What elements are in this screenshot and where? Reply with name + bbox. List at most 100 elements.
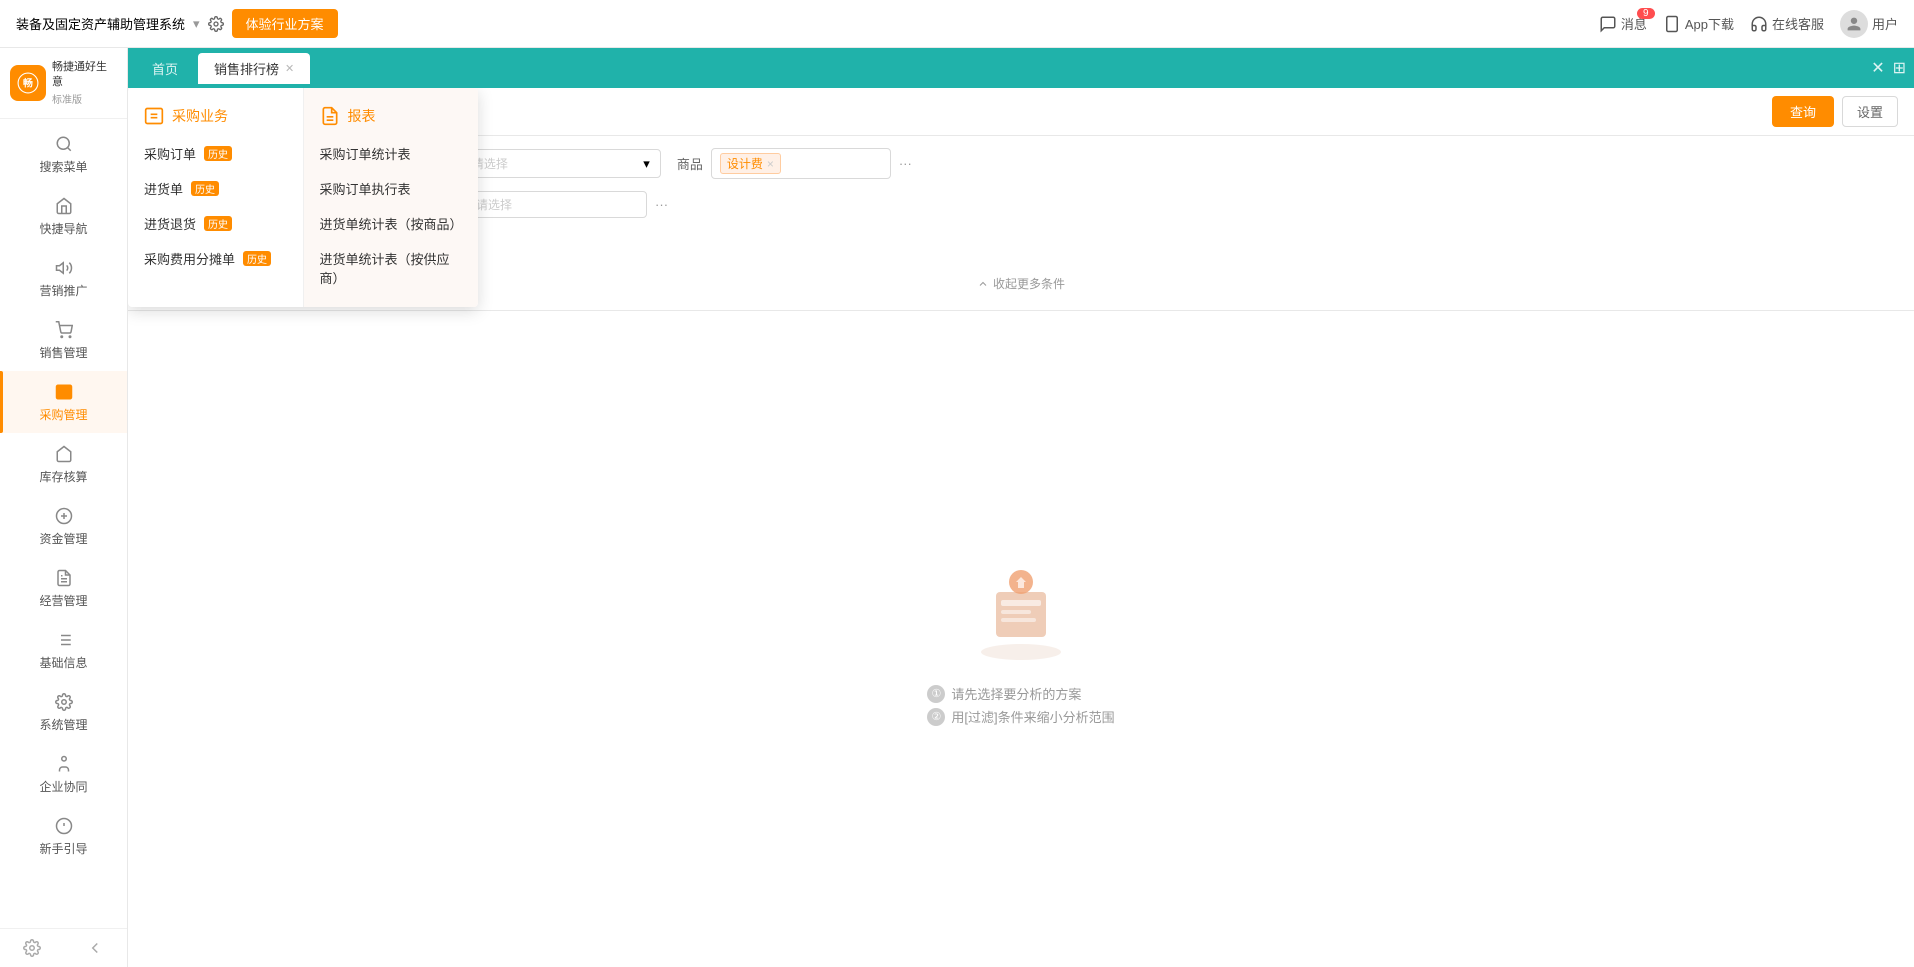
sidebar-item-inventory[interactable]: 库存核算	[0, 433, 127, 495]
message-btn[interactable]: 消息 9	[1599, 14, 1647, 33]
history-badge-3: 历史	[204, 216, 232, 231]
sidebar-bottom-settings[interactable]	[23, 939, 41, 957]
dropdown-report-header: 报表	[304, 100, 479, 136]
dropdown-item-purchase-cost[interactable]: 采购费用分摊单 历史	[128, 241, 303, 276]
sidebar-bottom-collapse[interactable]	[86, 939, 104, 957]
content-area: 帮助 按模板打印 ▾ 导出 刷新	[128, 88, 1914, 967]
search-icon	[53, 133, 75, 155]
warehouse-icon	[53, 443, 75, 465]
goods-tag-close[interactable]: ×	[767, 157, 774, 171]
user-avatar	[1840, 10, 1868, 38]
empty-tip-2-text: 用[过滤]条件来缩小分析范围	[951, 707, 1114, 726]
system-settings-icon[interactable]	[208, 15, 224, 32]
sidebar-item-quicknav[interactable]: 快捷导航	[0, 185, 127, 247]
settings-btn[interactable]: 设置	[1842, 96, 1898, 127]
tab-close-all-icon[interactable]: ✕	[1871, 58, 1884, 78]
dropdown-purchase-title: 采购业务	[172, 106, 228, 126]
online-service-label: 在线客服	[1772, 14, 1824, 33]
sidebar-item-sales[interactable]: 销售管理	[0, 309, 127, 371]
logo-sub-text: 标准版	[52, 91, 117, 106]
tab-sales-rank-label: 销售排行榜	[214, 59, 279, 78]
dropdown-item-purchase-return[interactable]: 进货退货 历史	[128, 206, 303, 241]
sidebar-label-ops: 经营管理	[39, 592, 87, 609]
dropdown-cols: 采购业务 采购订单 历史 进货单 历史 进货退货	[128, 88, 478, 307]
user-area[interactable]: 用户	[1840, 10, 1898, 38]
org-icon	[53, 753, 75, 775]
dropdown-item-purchase-order-stat[interactable]: 采购订单统计表	[304, 136, 479, 171]
megaphone-icon	[53, 257, 75, 279]
app-download-label: App下载	[1685, 14, 1734, 33]
tab-close-icon[interactable]: ✕	[285, 62, 294, 75]
salesman-ellipsis[interactable]: ···	[655, 197, 668, 212]
sidebar-bottom	[0, 928, 127, 967]
app-download-btn[interactable]: App下载	[1663, 14, 1734, 33]
home-icon	[53, 195, 75, 217]
sidebar-item-purchase[interactable]: 采购管理	[0, 371, 127, 433]
collapse-text: 收起更多条件	[993, 275, 1065, 292]
tab-bar-actions: ✕ ⊞	[1871, 58, 1906, 78]
goods-tag: 设计费 ×	[720, 153, 781, 174]
sidebar-label-marketing: 营销推广	[39, 282, 87, 299]
topbar-system: 装备及固定资产辅助管理系统 ▾ 体验行业方案	[16, 9, 1599, 38]
money-icon	[53, 505, 75, 527]
dropdown-purchase-header: 采购业务	[128, 100, 303, 136]
system-dropdown-arrow[interactable]: ▾	[193, 16, 200, 32]
dropdown-item-incoming-goods-stat[interactable]: 进货单统计表（按商品）	[304, 206, 479, 241]
sidebar-item-marketing[interactable]: 营销推广	[0, 247, 127, 309]
sidebar-label-finance: 资金管理	[39, 530, 87, 547]
logo-icon: 畅	[10, 65, 46, 101]
tab-restore-icon[interactable]: ⊞	[1893, 58, 1906, 78]
sidebar-nav: 搜索菜单 快捷导航 营销推广	[0, 119, 127, 928]
industry-solution-btn[interactable]: 体验行业方案	[232, 9, 338, 38]
online-service-btn[interactable]: 在线客服	[1750, 14, 1824, 33]
sidebar: 畅 畅捷通好生意 标准版 搜索菜单	[0, 48, 128, 967]
settings-nav-icon	[53, 691, 75, 713]
dropdown-item-incoming-supplier-stat[interactable]: 进货单统计表（按供应商）	[304, 241, 479, 295]
sidebar-item-basic[interactable]: 基础信息	[0, 619, 127, 681]
empty-tips: ① 请先选择要分析的方案 ② 用[过滤]条件来缩小分析范围	[927, 684, 1114, 726]
top-bar: 装备及固定资产辅助管理系统 ▾ 体验行业方案 消息 9 App下载 在线客服	[0, 0, 1914, 48]
svg-text:畅: 畅	[23, 76, 33, 89]
tab-bar: 首页 销售排行榜 ✕ ✕ ⊞	[128, 48, 1914, 88]
sidebar-item-guide[interactable]: 新手引导	[0, 805, 127, 867]
query-btn[interactable]: 查询	[1772, 96, 1834, 127]
empty-tip-1-text: 请先选择要分析的方案	[951, 684, 1081, 703]
empty-tip-2: ② 用[过滤]条件来缩小分析范围	[927, 707, 1114, 726]
dropdown-item-purchase-order-exec[interactable]: 采购订单执行表	[304, 171, 479, 206]
sidebar-label-guide: 新手引导	[39, 840, 87, 857]
voucher-status-arrow: ▾	[643, 156, 650, 172]
tab-home-label: 首页	[152, 59, 178, 78]
voucher-status-select[interactable]: 请选择 ▾	[461, 149, 661, 178]
purchase-dropdown-menu: 采购业务 采购订单 历史 进货单 历史 进货退货	[128, 88, 478, 307]
tab-home[interactable]: 首页	[136, 53, 194, 84]
sidebar-label-inventory: 库存核算	[39, 468, 87, 485]
sidebar-label-system: 系统管理	[39, 716, 87, 733]
sidebar-item-enterprise[interactable]: 企业协同	[0, 743, 127, 805]
dropdown-item-purchase-incoming[interactable]: 进货单 历史	[128, 171, 303, 206]
history-badge-2: 历史	[191, 181, 219, 196]
sidebar-item-system[interactable]: 系统管理	[0, 681, 127, 743]
tab-sales-rank[interactable]: 销售排行榜 ✕	[198, 53, 310, 84]
sidebar-item-ops[interactable]: 经营管理	[0, 557, 127, 619]
sidebar-label-quicknav: 快捷导航	[39, 220, 87, 237]
dropdown-col-report: 报表 采购订单统计表 采购订单执行表 进货单统计表（按商品）	[304, 88, 479, 307]
dropdown-report-title: 报表	[348, 106, 376, 126]
sidebar-item-search[interactable]: 搜索菜单	[0, 123, 127, 185]
guide-icon	[53, 815, 75, 837]
main-area: 畅 畅捷通好生意 标准版 搜索菜单	[0, 48, 1914, 967]
dropdown-item-purchase-order[interactable]: 采购订单 历史	[128, 136, 303, 171]
sidebar-label-search: 搜索菜单	[39, 158, 87, 175]
logo-text-area: 畅捷通好生意 标准版	[52, 60, 117, 106]
sidebar-label-basic: 基础信息	[39, 654, 87, 671]
cart-icon	[53, 319, 75, 341]
report-icon	[53, 567, 75, 589]
goods-label: 商品	[677, 154, 703, 173]
goods-ellipsis[interactable]: ···	[899, 156, 912, 171]
purchase-icon	[53, 381, 75, 403]
sidebar-label-sales: 销售管理	[39, 344, 87, 361]
empty-state: ① 请先选择要分析的方案 ② 用[过滤]条件来缩小分析范围	[128, 311, 1914, 967]
toolbar-right: 查询 设置	[1772, 96, 1898, 127]
user-label: 用户	[1872, 14, 1898, 33]
sidebar-item-finance[interactable]: 资金管理	[0, 495, 127, 557]
history-badge-4: 历史	[243, 251, 271, 266]
